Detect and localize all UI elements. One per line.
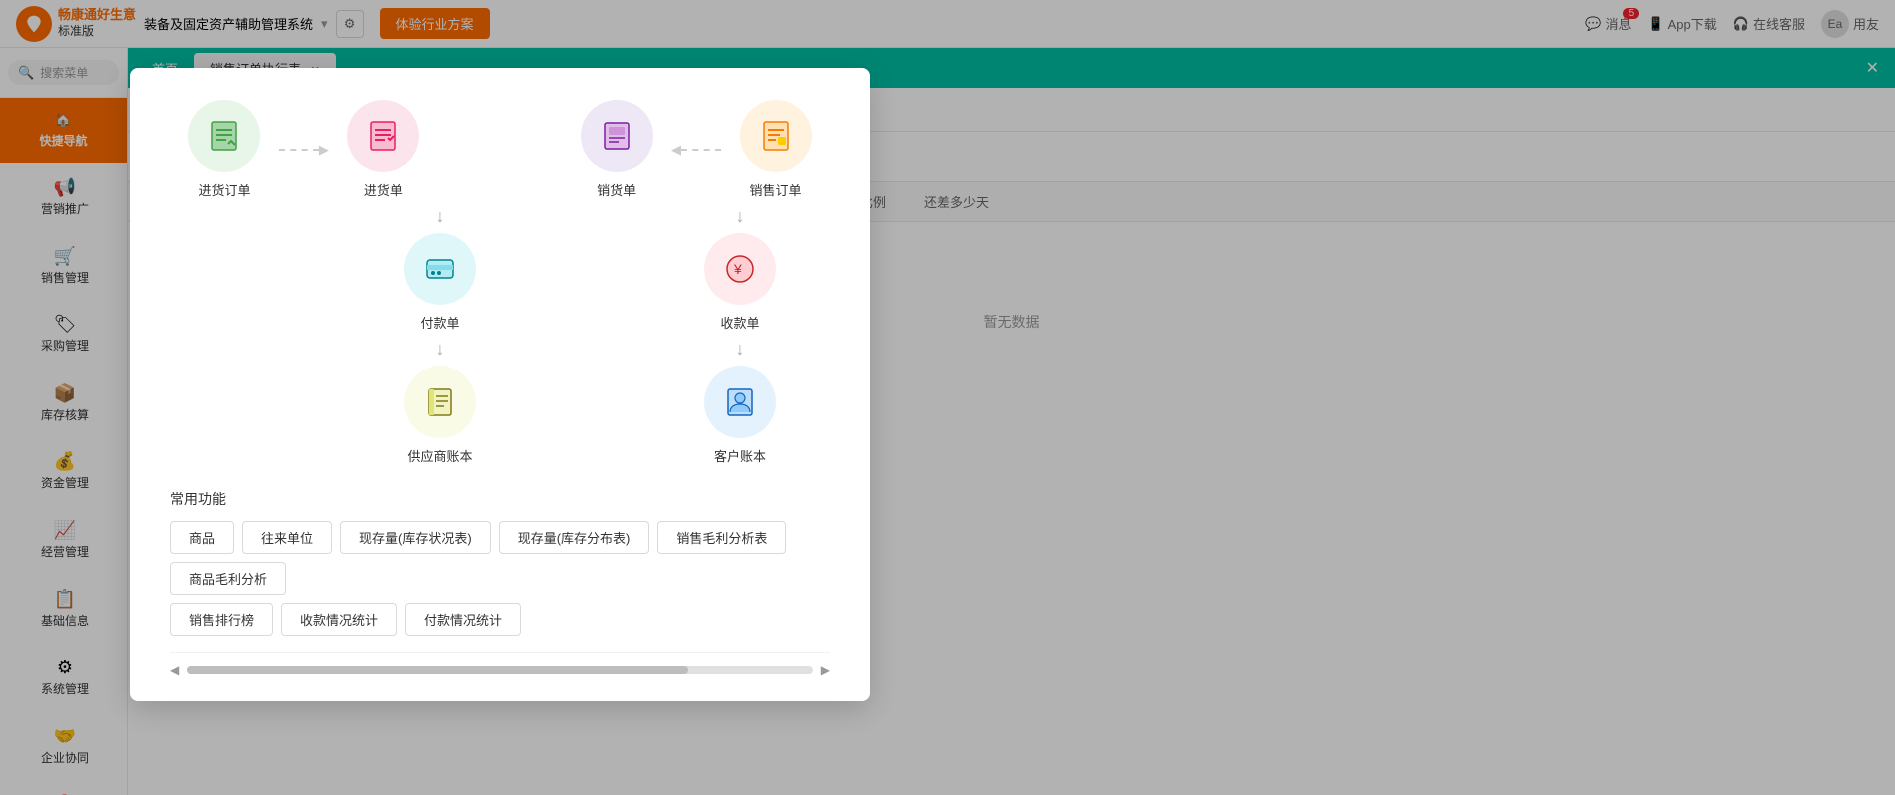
customer-ledger-icon (704, 366, 776, 438)
purchase-bill-icon (347, 100, 419, 172)
payment-icon (404, 233, 476, 305)
supplier-ledger-icon (404, 366, 476, 438)
cf-buttons-row2: 销售排行榜 收款情况统计 付款情况统计 (170, 603, 830, 636)
cf-btn-goods-gross[interactable]: 商品毛利分析 (170, 562, 286, 595)
arrow-down-collection: ↓ (670, 340, 810, 358)
arrow-down-sales: ↓ (670, 207, 810, 225)
flow-node-sales-order[interactable]: 销售订单 (721, 100, 830, 199)
cf-btn-payment-stat[interactable]: 付款情况统计 (405, 603, 521, 636)
flow-connector-row-2: ↓ ↓ (170, 340, 830, 358)
cf-btn-collection-stat[interactable]: 收款情况统计 (281, 603, 397, 636)
scroll-left-btn[interactable]: ◀ (170, 663, 179, 677)
flow-node-purchase-bill[interactable]: 进货单 (329, 100, 438, 199)
flow-diagram: 进货订单 ▶ 进货单 (170, 100, 830, 473)
cf-btn-partner[interactable]: 往来单位 (242, 521, 332, 554)
cf-btn-sales-gross[interactable]: 销售毛利分析表 (657, 521, 786, 554)
flow-node-collection[interactable]: ¥ 收款单 (670, 233, 810, 332)
quick-nav-modal: 进货订单 ▶ 进货单 (130, 68, 870, 701)
flow-connector-row: ↓ ↓ (170, 207, 830, 225)
arrow-h-1: ▶ (279, 142, 329, 158)
cf-btn-stock-status[interactable]: 现存量(库存状况表) (340, 521, 491, 554)
modal-overlay[interactable]: 进货订单 ▶ 进货单 (0, 0, 1895, 795)
scroll-right-btn[interactable]: ▶ (821, 663, 830, 677)
cf-buttons: 商品 往来单位 现存量(库存状况表) 现存量(库存分布表) 销售毛利分析表 商品… (170, 521, 830, 595)
common-functions: 常用功能 商品 往来单位 现存量(库存状况表) 现存量(库存分布表) 销售毛利分… (170, 489, 830, 636)
arrow-down-payment: ↓ (370, 340, 510, 358)
scroll-bar: ◀ ▶ (170, 652, 830, 677)
sales-bill-icon (581, 100, 653, 172)
collection-icon: ¥ (704, 233, 776, 305)
flow-node-customer-ledger[interactable]: 客户账本 (670, 366, 810, 465)
flow-row-2: 付款单 ¥ 收款单 (170, 233, 830, 332)
flow-node-supplier-ledger[interactable]: 供应商账本 (370, 366, 510, 465)
cf-btn-stock-dist[interactable]: 现存量(库存分布表) (499, 521, 650, 554)
cf-btn-sales-rank[interactable]: 销售排行榜 (170, 603, 273, 636)
flow-row-1: 进货订单 ▶ 进货单 (170, 100, 830, 199)
purchase-order-icon (188, 100, 260, 172)
flow-node-payment[interactable]: 付款单 (370, 233, 510, 332)
flow-row-3: 供应商账本 客户账本 (170, 366, 830, 465)
flow-node-purchase-order[interactable]: 进货订单 (170, 100, 279, 199)
scroll-thumb (187, 666, 687, 674)
svg-text:¥: ¥ (733, 261, 742, 277)
arrow-h-2: ▶ (671, 142, 721, 158)
cf-btn-goods[interactable]: 商品 (170, 521, 234, 554)
cf-title: 常用功能 (170, 489, 830, 509)
scroll-track[interactable] (187, 666, 813, 674)
flow-node-sales-bill[interactable]: 销货单 (562, 100, 671, 199)
arrow-down-purchase: ↓ (370, 207, 510, 225)
sales-order-icon (740, 100, 812, 172)
